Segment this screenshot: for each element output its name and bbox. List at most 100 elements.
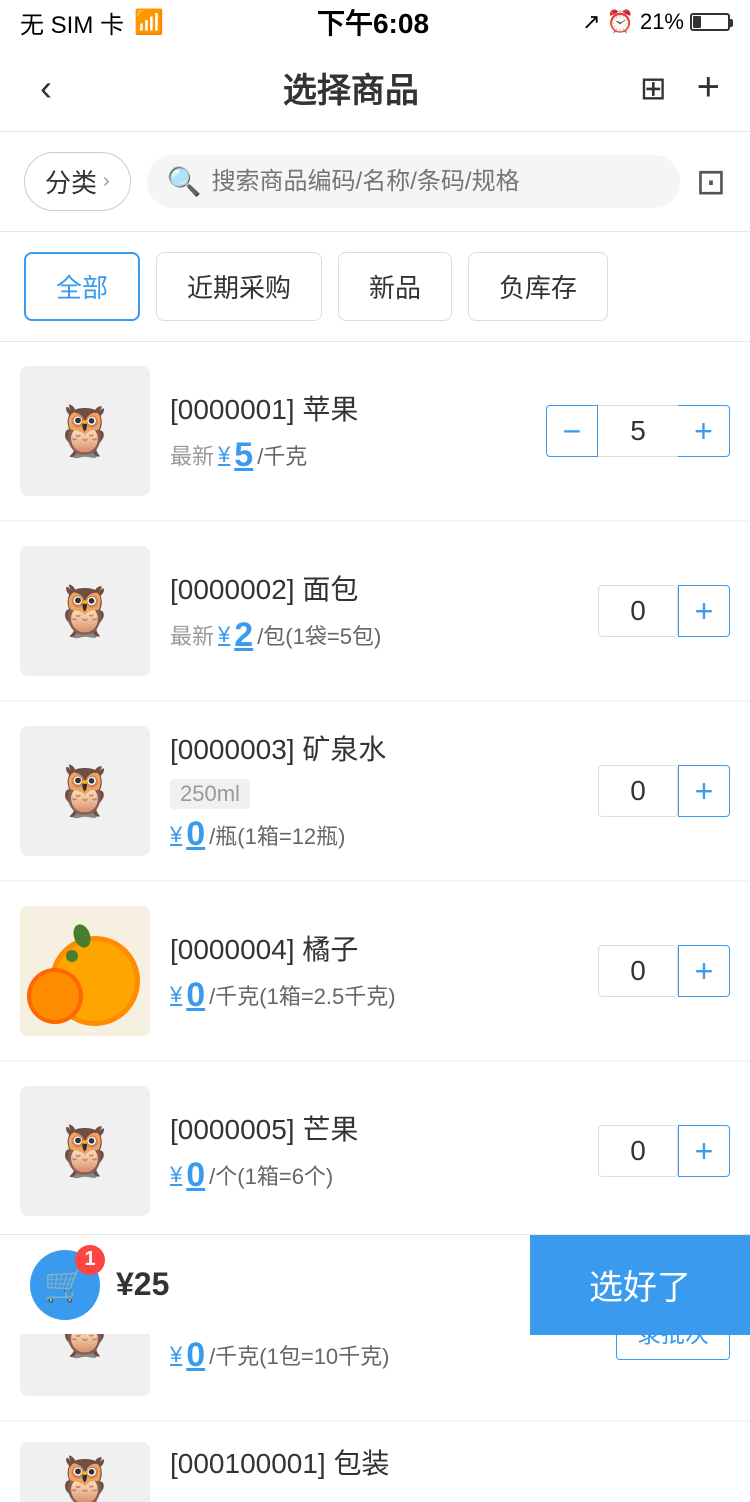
list-item: 🦉 [0000003] 矿泉水 250ml ¥ 0 /瓶(1箱=12瓶) + — [0, 702, 750, 880]
product-name-p5: [0000005] 芒果 — [170, 1108, 578, 1148]
tab-new[interactable]: 新品 — [338, 252, 452, 321]
product-name-p4: [0000004] 橘子 — [170, 928, 578, 968]
status-right: ↗ ⏰ 21% — [582, 9, 730, 35]
search-input[interactable] — [212, 168, 660, 196]
price-unit-p4: /千克(1箱=2.5千克) — [209, 979, 395, 1011]
price-unit-p3: /瓶(1箱=12瓶) — [209, 819, 345, 851]
product-price-p1: 最新 ¥ 5 /千克 — [170, 436, 526, 475]
product-spec-p3: 250ml — [170, 779, 250, 809]
list-item: 🦉 [0000005] 芒果 ¥ 0 /个(1箱=6个) + — [0, 1062, 750, 1240]
product-price-p5: ¥ 0 /个(1箱=6个) — [170, 1156, 578, 1195]
alarm-icon: ⏰ — [607, 9, 634, 35]
product-image-p4 — [20, 906, 150, 1036]
product-price-p4: ¥ 0 /千克(1箱=2.5千克) — [170, 976, 578, 1015]
product-controls-p3: + — [598, 765, 730, 817]
price-currency-p5: ¥ — [170, 1162, 182, 1188]
qty-input-p1[interactable] — [598, 405, 678, 457]
add-icon[interactable]: + — [697, 65, 720, 110]
list-item-partial: 🦉 [000100001] 包装 — [0, 1422, 750, 1502]
cart-badge: 1 — [75, 1245, 105, 1275]
status-left: 无 SIM 卡 📶 — [20, 5, 164, 40]
list-item: 🦉 [0000001] 苹果 最新 ¥ 5 /千克 − + — [0, 342, 750, 520]
product-price-p3: ¥ 0 /瓶(1箱=12瓶) — [170, 815, 578, 854]
price-currency-p1: ¥ — [218, 442, 230, 468]
status-bar: 无 SIM 卡 📶 下午6:08 ↗ ⏰ 21% — [0, 0, 750, 44]
status-time: 下午6:08 — [317, 2, 429, 42]
price-unit-p6: /千克(1包=10千克) — [209, 1339, 389, 1371]
product-name-p2: [0000002] 面包 — [170, 568, 578, 608]
filter-icon[interactable]: ⊞ — [640, 69, 667, 107]
tab-row: 全部 近期采购 新品 负库存 — [0, 232, 750, 342]
product-name-p3: [0000003] 矿泉水 — [170, 728, 578, 768]
placeholder-icon: 🦉 — [54, 1453, 116, 1502]
price-value-p6: 0 — [186, 1336, 205, 1375]
price-currency-p6: ¥ — [170, 1342, 182, 1368]
price-unit-p1: /千克 — [257, 439, 307, 471]
product-info-p4: [0000004] 橘子 ¥ 0 /千克(1箱=2.5千克) — [170, 928, 578, 1015]
placeholder-icon: 🦉 — [54, 762, 116, 821]
orange-image — [20, 906, 150, 1036]
price-currency-p4: ¥ — [170, 982, 182, 1008]
search-icon: 🔍 — [167, 165, 202, 198]
price-value-p3: 0 — [186, 815, 205, 854]
tab-all-label: 全部 — [56, 273, 108, 303]
category-label: 分类 — [45, 163, 97, 200]
product-price-p2: 最新 ¥ 2 /包(1袋=5包) — [170, 616, 578, 655]
qty-input-p4[interactable] — [598, 945, 678, 997]
cart-total: ¥25 — [116, 1266, 169, 1303]
qty-plus-p3[interactable]: + — [678, 765, 730, 817]
battery-icon — [690, 13, 730, 31]
price-label-p1: 最新 — [170, 439, 214, 471]
qty-minus-p1[interactable]: − — [546, 405, 598, 457]
tab-new-label: 新品 — [369, 273, 421, 303]
product-image-p7: 🦉 — [20, 1442, 150, 1502]
price-value-p1: 5 — [234, 436, 253, 475]
back-button[interactable]: ‹ — [30, 57, 62, 119]
qty-plus-p5[interactable]: + — [678, 1125, 730, 1177]
tab-negative[interactable]: 负库存 — [468, 252, 608, 321]
tab-recent[interactable]: 近期采购 — [156, 252, 322, 321]
product-image-p2: 🦉 — [20, 546, 150, 676]
product-image-p1: 🦉 — [20, 366, 150, 496]
carrier-label: 无 SIM 卡 — [20, 5, 124, 40]
tab-negative-label: 负库存 — [499, 273, 577, 303]
price-currency-p2: ¥ — [218, 622, 230, 648]
qty-input-p5[interactable] — [598, 1125, 678, 1177]
product-controls-p5: + — [598, 1125, 730, 1177]
nav-bar: ‹ 选择商品 ⊞ + — [0, 44, 750, 132]
price-label-p2: 最新 — [170, 619, 214, 651]
qty-plus-p2[interactable]: + — [678, 585, 730, 637]
product-info-p2: [0000002] 面包 最新 ¥ 2 /包(1袋=5包) — [170, 568, 578, 655]
product-price-p6: ¥ 0 /千克(1包=10千克) — [170, 1336, 596, 1375]
product-name-p1: [0000001] 苹果 — [170, 388, 526, 428]
confirm-button[interactable]: 选好了 — [530, 1235, 750, 1335]
page-title: 选择商品 — [283, 63, 419, 112]
price-unit-p5: /个(1箱=6个) — [209, 1159, 333, 1191]
scan-icon[interactable]: ⊡ — [696, 161, 726, 203]
tab-all[interactable]: 全部 — [24, 252, 140, 321]
product-info-p1: [0000001] 苹果 最新 ¥ 5 /千克 — [170, 388, 526, 475]
nav-actions: ⊞ + — [640, 65, 720, 110]
category-button[interactable]: 分类 › — [24, 152, 131, 211]
product-info-p7: [000100001] 包装 — [170, 1442, 730, 1490]
price-value-p2: 2 — [234, 616, 253, 655]
list-item: 🦉 [0000002] 面包 最新 ¥ 2 /包(1袋=5包) + — [0, 522, 750, 700]
product-image-p3: 🦉 — [20, 726, 150, 856]
qty-input-p3[interactable] — [598, 765, 678, 817]
cart-icon-button[interactable]: 🛒 1 — [30, 1250, 100, 1320]
price-unit-p2: /包(1袋=5包) — [257, 619, 381, 651]
search-row: 分类 › 🔍 ⊡ — [0, 132, 750, 232]
product-name-p7: [000100001] 包装 — [170, 1442, 730, 1482]
product-controls-p2: + — [598, 585, 730, 637]
price-currency-p3: ¥ — [170, 822, 182, 848]
cart-area: 🛒 1 ¥25 — [0, 1250, 530, 1320]
product-controls-p1: − + — [546, 405, 730, 457]
qty-plus-p1[interactable]: + — [678, 405, 730, 457]
qty-plus-p4[interactable]: + — [678, 945, 730, 997]
qty-input-p2[interactable] — [598, 585, 678, 637]
placeholder-icon: 🦉 — [54, 582, 116, 641]
price-value-p4: 0 — [186, 976, 205, 1015]
product-info-p5: [0000005] 芒果 ¥ 0 /个(1箱=6个) — [170, 1108, 578, 1195]
battery-percent: 21% — [640, 9, 684, 35]
tab-recent-label: 近期采购 — [187, 273, 291, 303]
